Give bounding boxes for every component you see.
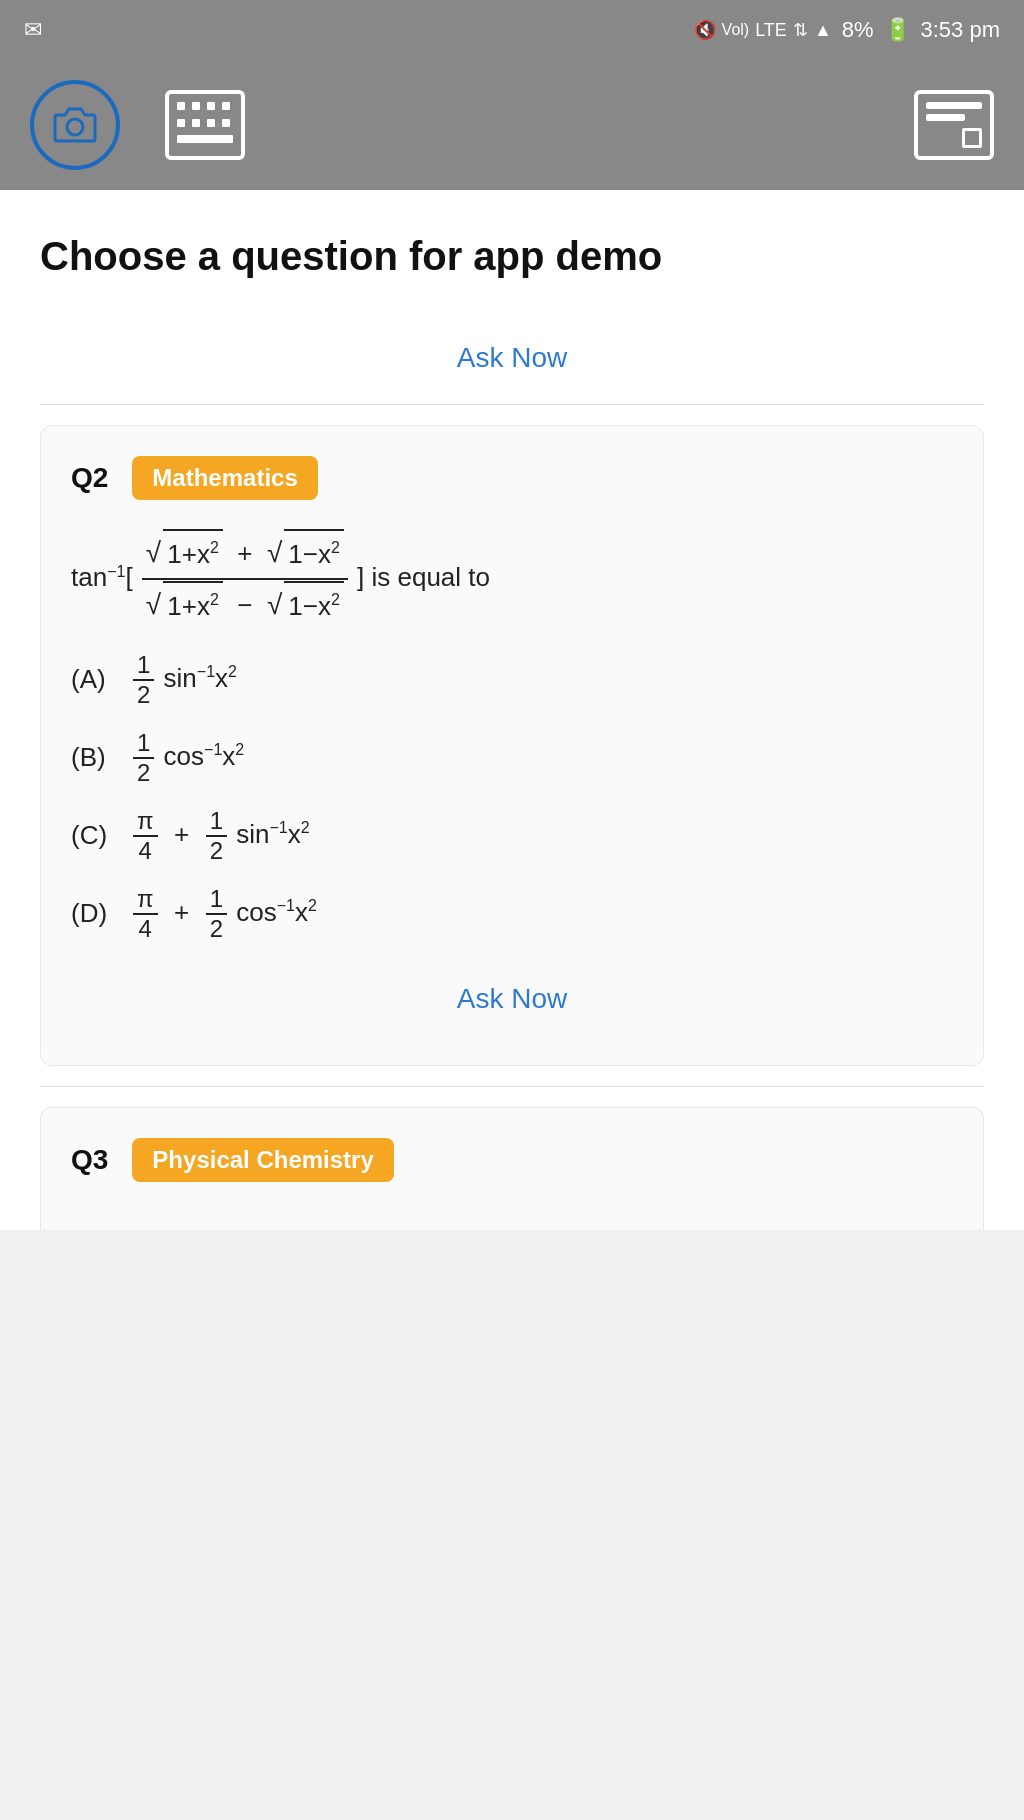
option-b: (B) 1 2 cos−1x2 (71, 729, 953, 787)
option-a: (A) 1 2 sin−1x2 (71, 651, 953, 709)
lte-icon: LTE (755, 20, 787, 41)
camera-icon (51, 105, 99, 145)
q2-suffix: is equal to (371, 562, 490, 592)
q3-number: Q3 (71, 1144, 108, 1176)
q2-header: Q2 Mathematics (71, 456, 953, 500)
q2-subject-badge: Mathematics (132, 456, 317, 500)
main-content: Choose a question for app demo Ask Now Q… (0, 190, 1024, 1230)
email-icon: ✉ (24, 17, 42, 43)
q2-options: (A) 1 2 sin−1x2 (B) 1 2 cos−1x2 (71, 651, 953, 943)
signal-strength-icon: ▲ (814, 20, 832, 41)
status-right: 🔇 Vol) LTE ⇅ ▲ 8% 🔋 3:53 pm (694, 17, 1000, 43)
battery-icon: 🔋 (884, 17, 911, 43)
page-title: Choose a question for app demo (40, 230, 984, 282)
q3-subject-badge: Physical Chemistry (132, 1138, 393, 1182)
question-card-q2: Q2 Mathematics tan−1[ √1+x2 + √1−x2 √1+x… (40, 425, 984, 1066)
vibrate-icon: 🔇 (694, 19, 716, 41)
battery-level: 8% (842, 17, 874, 43)
option-d: (D) π 4 + 1 2 cos−1x2 (71, 885, 953, 943)
quiz-button[interactable] (904, 80, 994, 170)
divider-2 (40, 1086, 984, 1087)
status-bar: ✉ 🔇 Vol) LTE ⇅ ▲ 8% 🔋 3:53 pm (0, 0, 1024, 60)
svg-point-0 (67, 119, 83, 135)
vol-icon: Vol) (722, 21, 750, 39)
clock: 3:53 pm (921, 17, 1001, 43)
q3-header: Q3 Physical Chemistry (71, 1138, 953, 1182)
ask-now-button-2[interactable]: Ask Now (71, 963, 953, 1035)
q2-equation: tan−1[ √1+x2 + √1−x2 √1+x2 − √1−x2 ] is … (71, 528, 953, 631)
divider-1 (40, 404, 984, 405)
toolbar (0, 60, 1024, 190)
data-icon: ⇅ (793, 19, 808, 41)
ask-now-button-1[interactable]: Ask Now (40, 322, 984, 394)
camera-button[interactable] (30, 80, 120, 170)
option-c: (C) π 4 + 1 2 sin−1x2 (71, 807, 953, 865)
status-left: ✉ (24, 17, 42, 43)
question-card-q3: Q3 Physical Chemistry (40, 1107, 984, 1230)
keyboard-button[interactable] (160, 80, 250, 170)
signal-icons: 🔇 Vol) LTE ⇅ ▲ (694, 19, 832, 41)
q2-number: Q2 (71, 462, 108, 494)
